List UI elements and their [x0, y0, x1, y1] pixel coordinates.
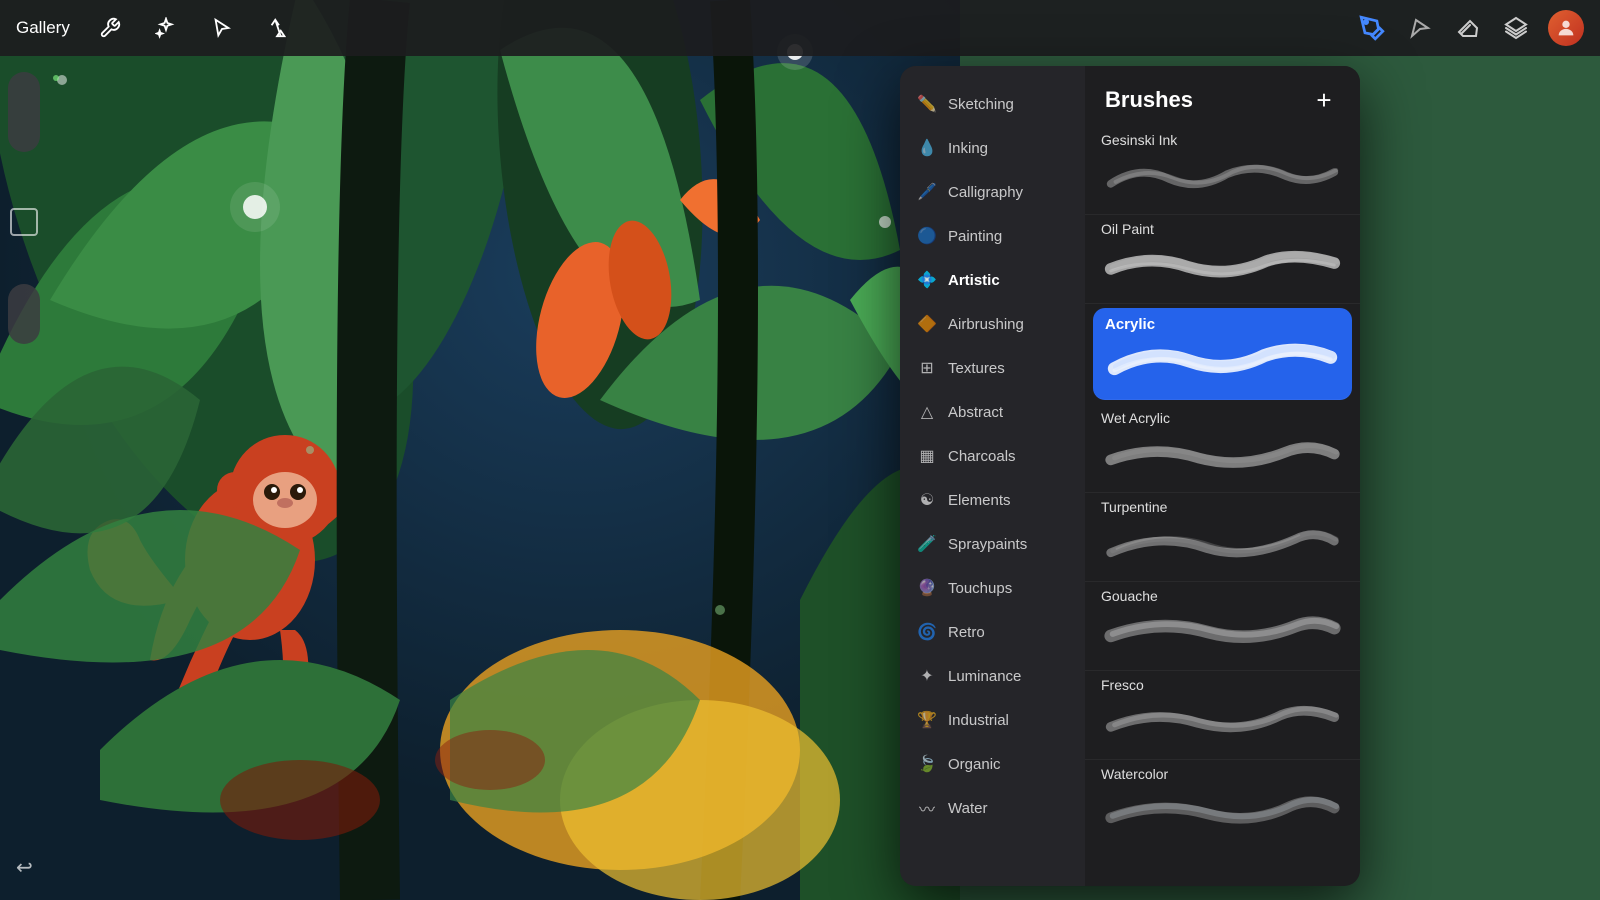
left-sidebar [0, 56, 48, 900]
brush-item-turpentine[interactable]: Turpentine [1085, 493, 1360, 582]
calligraphy-icon: 🖊️ [916, 181, 938, 203]
touchups-icon: 🔮 [916, 577, 938, 599]
category-item-water[interactable]: 〰 Water [900, 786, 1085, 830]
abstract-icon: △ [916, 401, 938, 423]
category-item-calligraphy[interactable]: 🖊️ Calligraphy [900, 170, 1085, 214]
water-icon: 〰 [916, 797, 938, 819]
brush-item-wet-acrylic[interactable]: Wet Acrylic [1085, 404, 1360, 493]
toolbar-left: Gallery [16, 12, 1336, 44]
painting-icon: 🔵 [916, 225, 938, 247]
textures-icon: ⊞ [916, 357, 938, 379]
brush-label-acrylic: Acrylic [1105, 316, 1340, 333]
ink-pen-icon[interactable] [1404, 12, 1436, 44]
brush-size-slider[interactable] [8, 72, 40, 152]
retro-icon: 🌀 [916, 621, 938, 643]
category-item-spraypaints[interactable]: 🧪 Spraypaints [900, 522, 1085, 566]
category-item-organic[interactable]: 🍃 Organic [900, 742, 1085, 786]
category-item-inking[interactable]: 💧 Inking [900, 126, 1085, 170]
layers-icon[interactable] [1500, 12, 1532, 44]
brush-item-gouache[interactable]: Gouache [1085, 582, 1360, 671]
brush-label-turpentine: Turpentine [1101, 499, 1344, 515]
elements-icon: ☯ [916, 489, 938, 511]
inking-icon: 💧 [916, 137, 938, 159]
brush-label-oil: Oil Paint [1101, 221, 1344, 237]
category-item-elements[interactable]: ☯ Elements [900, 478, 1085, 522]
toolbar: Gallery [0, 0, 1600, 56]
toolbar-right [1356, 10, 1584, 46]
brush-stroke-acrylic [1105, 339, 1340, 385]
organic-icon: 🍃 [916, 753, 938, 775]
brush-item-acrylic[interactable]: Acrylic [1093, 308, 1352, 400]
undo-button[interactable]: ↩ [16, 855, 33, 880]
category-item-touchups[interactable]: 🔮 Touchups [900, 566, 1085, 610]
luminance-icon: ✦ [916, 665, 938, 687]
category-item-airbrushing[interactable]: 🔶 Airbrushing [900, 302, 1085, 346]
category-list: ✏️ Sketching 💧 Inking 🖊️ Calligraphy 🔵 P… [900, 66, 1085, 886]
category-item-industrial[interactable]: 🏆 Industrial [900, 698, 1085, 742]
brush-label-watercolor: Watercolor [1101, 766, 1344, 782]
brush-label-gesinski: Gesinski Ink [1101, 132, 1344, 148]
brush-panel-header: Brushes + [1085, 66, 1360, 126]
brush-item-watercolor[interactable]: Watercolor [1085, 760, 1360, 848]
brush-stroke-wet-acrylic [1101, 432, 1344, 478]
category-item-painting[interactable]: 🔵 Painting [900, 214, 1085, 258]
gallery-button[interactable]: Gallery [16, 18, 70, 38]
brush-item-oil-paint[interactable]: Oil Paint [1085, 215, 1360, 304]
brush-stroke-gouache [1101, 610, 1344, 656]
category-item-retro[interactable]: 🌀 Retro [900, 610, 1085, 654]
brush-stroke-oil [1101, 243, 1344, 289]
category-item-abstract[interactable]: △ Abstract [900, 390, 1085, 434]
brushes-title: Brushes [1105, 87, 1193, 113]
spraypaints-icon: 🧪 [916, 533, 938, 555]
category-item-textures[interactable]: ⊞ Textures [900, 346, 1085, 390]
brush-label-gouache: Gouache [1101, 588, 1344, 604]
selection-icon[interactable] [206, 12, 238, 44]
wrench-icon[interactable] [94, 12, 126, 44]
sketching-icon: ✏️ [916, 93, 938, 115]
category-item-sketching[interactable]: ✏️ Sketching [900, 82, 1085, 126]
brush-item-gesinski-ink[interactable]: Gesinski Ink [1085, 126, 1360, 215]
category-item-artistic[interactable]: 💠 Artistic [900, 258, 1085, 302]
brush-stroke-fresco [1101, 699, 1344, 745]
avatar[interactable] [1548, 10, 1584, 46]
pen-tool-icon[interactable] [1356, 12, 1388, 44]
magic-icon[interactable] [150, 12, 182, 44]
brush-stroke-watercolor [1101, 788, 1344, 834]
add-brush-button[interactable]: + [1308, 84, 1340, 116]
industrial-icon: 🏆 [916, 709, 938, 731]
brush-item-fresco[interactable]: Fresco [1085, 671, 1360, 760]
brush-stroke-gesinski [1101, 154, 1344, 200]
airbrushing-icon: 🔶 [916, 313, 938, 335]
opacity-slider[interactable] [8, 284, 40, 344]
category-item-charcoals[interactable]: ▦ Charcoals [900, 434, 1085, 478]
charcoals-icon: ▦ [916, 445, 938, 467]
eraser-icon[interactable] [1452, 12, 1484, 44]
transform-icon[interactable] [262, 12, 294, 44]
brushes-panel: ✏️ Sketching 💧 Inking 🖊️ Calligraphy 🔵 P… [900, 66, 1360, 886]
category-item-luminance[interactable]: ✦ Luminance [900, 654, 1085, 698]
brush-label-fresco: Fresco [1101, 677, 1344, 693]
canvas-area[interactable] [0, 0, 1600, 900]
brush-label-wet-acrylic: Wet Acrylic [1101, 410, 1344, 426]
artistic-icon: 💠 [916, 269, 938, 291]
brush-stroke-turpentine [1101, 521, 1344, 567]
brush-list: Brushes + Gesinski Ink Oil Paint [1085, 66, 1360, 886]
layer-toggle[interactable] [10, 208, 38, 236]
